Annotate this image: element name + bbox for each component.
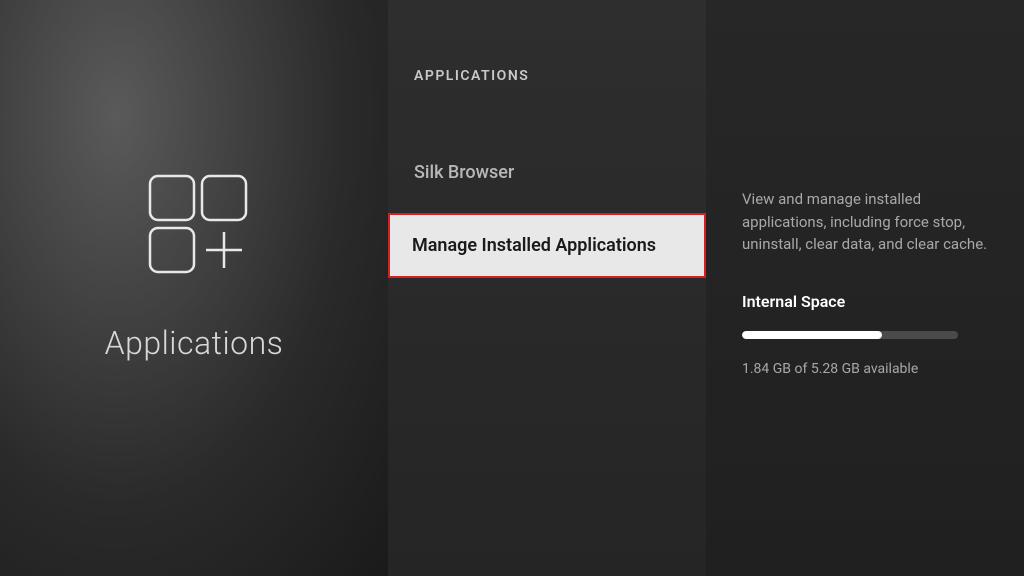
storage-available-text: 1.84 GB of 5.28 GB available bbox=[742, 361, 988, 377]
menu-item-label: Manage Installed Applications bbox=[412, 235, 656, 256]
section-header: APPLICATIONS bbox=[388, 68, 706, 84]
right-panel: View and manage installed applications, … bbox=[706, 0, 1024, 576]
item-description: View and manage installed applications, … bbox=[742, 188, 988, 256]
left-panel: Applications bbox=[0, 0, 388, 576]
section-title: Applications bbox=[105, 324, 284, 362]
storage-progress-bar bbox=[742, 331, 958, 339]
applications-icon bbox=[132, 174, 256, 294]
menu-item-label: Silk Browser bbox=[414, 162, 514, 183]
storage-progress-fill bbox=[742, 331, 882, 339]
internal-space-label: Internal Space bbox=[742, 292, 988, 311]
menu-item-manage-installed-applications[interactable]: Manage Installed Applications bbox=[388, 213, 706, 278]
menu-item-silk-browser[interactable]: Silk Browser bbox=[388, 144, 706, 201]
middle-panel: APPLICATIONS Silk Browser Manage Install… bbox=[388, 0, 706, 576]
